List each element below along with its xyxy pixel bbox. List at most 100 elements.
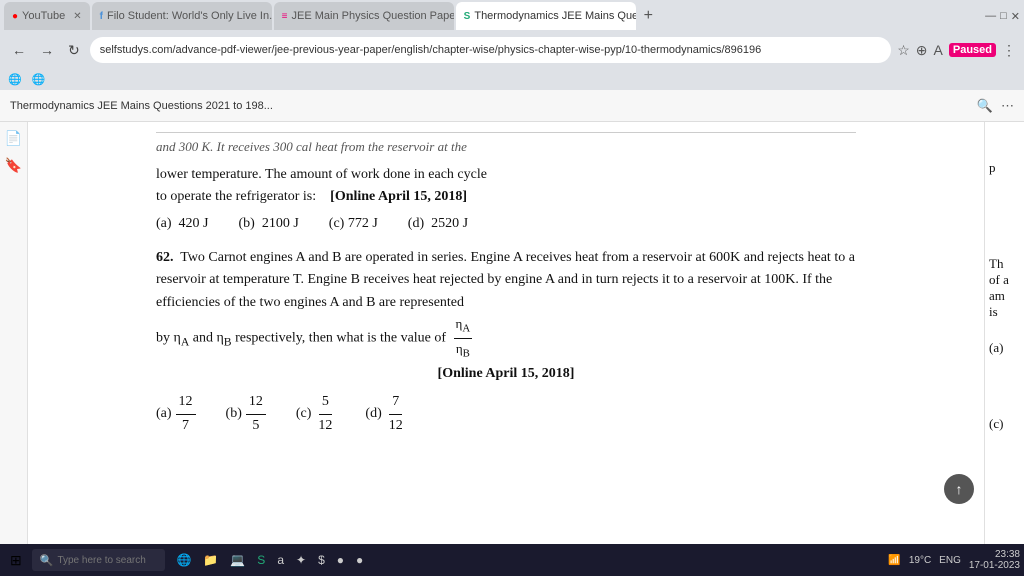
thermo-favicon: S xyxy=(464,11,471,22)
pdf-sidebar: 📄 🔖 xyxy=(0,122,28,544)
q62-option-d: (d) 7 12 xyxy=(365,391,405,437)
scroll-up-button[interactable]: ↑ xyxy=(944,474,974,504)
taskbar-date-value: 17-01-2023 xyxy=(969,560,1020,571)
jee1-favicon: ≡ xyxy=(282,11,288,22)
bookmarks-bar: 🌐 🌐 xyxy=(0,68,1024,90)
back-button[interactable]: ← xyxy=(8,40,30,60)
tab-jee1-label: JEE Main Physics Question Pape... xyxy=(292,10,454,22)
pdf-page: and 300 K. It receives 300 cal heat from… xyxy=(156,132,856,437)
right-line-3: of a xyxy=(989,272,1020,288)
tab-youtube-label: YouTube xyxy=(22,10,65,22)
q61-option-b: (b) 2100 J xyxy=(239,213,299,235)
q62-frac-b: 12 5 xyxy=(246,391,266,437)
q61-block: lower temperature. The amount of work do… xyxy=(156,164,856,235)
eta-fraction: ηA ηB xyxy=(454,314,473,363)
window-close[interactable]: ✕ xyxy=(1011,10,1020,23)
pdf-sidebar-page-icon[interactable]: 📄 xyxy=(5,130,22,147)
q62-text2: by ηA and ηB respectively, then what is … xyxy=(156,314,856,363)
tab-jee1[interactable]: ≡ JEE Main Physics Question Pape... ✕ xyxy=(274,2,454,30)
q61-date: [Online April 15, 2018] xyxy=(330,189,467,204)
refresh-button[interactable]: ↻ xyxy=(64,40,84,61)
taskbar-time-value: 23:38 xyxy=(969,549,1020,560)
profile-icon[interactable]: A xyxy=(934,42,943,58)
taskbar: ⊞ 🔍 🌐 📁 💻 S a ✦ $ ● ● 📶 19°C ENG 23:38 1… xyxy=(0,544,1024,576)
right-col-content: p Th of a am is (a) (c) xyxy=(989,160,1020,432)
tab-thermo-label: Thermodynamics JEE Mains Que... xyxy=(474,10,635,22)
tab-filo-label: Filo Student: World's Only Live In... xyxy=(107,10,272,22)
q62-option-a: (a) 12 7 xyxy=(156,391,196,437)
pdf-toolbar: Thermodynamics JEE Mains Questions 2021 … xyxy=(0,90,1024,122)
pdf-content: 📄 🔖 and 300 K. It receives 300 cal heat … xyxy=(0,122,1024,544)
q61-option-a: (a) 420 J xyxy=(156,213,209,235)
taskbar-lang: ENG xyxy=(939,555,961,566)
paused-badge: Paused xyxy=(949,43,996,57)
q61-text-line1: lower temperature. The amount of work do… xyxy=(156,164,856,186)
extension-icon[interactable]: ⊕ xyxy=(916,42,928,59)
q62-text: 62. Two Carnot engines A and B are opera… xyxy=(156,247,856,314)
taskbar-clock: 23:38 17-01-2023 xyxy=(969,549,1020,571)
tab-thermo[interactable]: S Thermodynamics JEE Mains Que... ✕ xyxy=(456,2,636,30)
pdf-search-icon[interactable]: 🔍 xyxy=(977,98,993,114)
pdf-toolbar-right: 🔍 ⋯ xyxy=(977,98,1014,114)
q62-frac-d: 7 12 xyxy=(386,391,406,437)
q62-option-b: (b) 12 5 xyxy=(226,391,266,437)
taskbar-right: 📶 19°C ENG 23:38 17-01-2023 xyxy=(888,549,1020,571)
taskbar-wifi: 📶 xyxy=(888,555,900,566)
faded-line: and 300 K. It receives 300 cal heat from… xyxy=(156,132,856,158)
taskbar-icon-6[interactable]: ✦ xyxy=(293,551,309,569)
taskbar-icon-5[interactable]: a xyxy=(274,551,287,569)
q62-block: 62. Two Carnot engines A and B are opera… xyxy=(156,247,856,437)
pdf-more-icon[interactable]: ⋯ xyxy=(1001,98,1014,114)
taskbar-icon-9[interactable]: ● xyxy=(353,551,366,569)
taskbar-temp: 19°C xyxy=(909,555,931,566)
right-line-6: (a) xyxy=(989,340,1020,356)
address-input[interactable] xyxy=(90,37,891,63)
bookmark-2[interactable]: 🌐 xyxy=(32,73,46,86)
forward-button[interactable]: → xyxy=(36,40,58,60)
taskbar-icon-3[interactable]: 💻 xyxy=(227,551,248,569)
right-line-2: Th xyxy=(989,256,1020,272)
taskbar-icon-2[interactable]: 📁 xyxy=(200,551,221,569)
taskbar-icon-4[interactable]: S xyxy=(254,551,268,569)
right-line-7: (c) xyxy=(989,416,1020,432)
window-minimize[interactable]: — xyxy=(985,10,996,22)
bookmark-icon[interactable]: ☆ xyxy=(897,42,910,59)
q61-option-d: (d) 2520 J xyxy=(408,213,468,235)
q61-option-c: (c) 772 J xyxy=(329,213,378,235)
taskbar-icon-8[interactable]: ● xyxy=(334,551,347,569)
pdf-toolbar-left: Thermodynamics JEE Mains Questions 2021 … xyxy=(10,100,273,112)
taskbar-search-icon: 🔍 xyxy=(40,554,54,567)
start-button[interactable]: ⊞ xyxy=(4,550,28,571)
pdf-right-column: p Th of a am is (a) (c) xyxy=(984,122,1024,544)
taskbar-pinned-icons: 🌐 📁 💻 S a ✦ $ ● ● xyxy=(173,551,366,569)
pdf-sidebar-bookmark-icon[interactable]: 🔖 xyxy=(5,157,22,174)
youtube-favicon: ● xyxy=(12,11,18,22)
pdf-main-content: and 300 K. It receives 300 cal heat from… xyxy=(28,122,984,544)
taskbar-search-input[interactable] xyxy=(57,555,157,566)
page-area: Thermodynamics JEE Mains Questions 2021 … xyxy=(0,90,1024,544)
q62-option-c: (c) 5 12 xyxy=(296,391,336,437)
taskbar-icon-7[interactable]: $ xyxy=(315,551,328,569)
q61-text-line2: to operate the refrigerator is: [Online … xyxy=(156,186,856,208)
menu-icon[interactable]: ⋮ xyxy=(1002,42,1016,59)
tab-youtube[interactable]: ● YouTube ✕ xyxy=(4,2,90,30)
right-line-4: am xyxy=(989,288,1020,304)
taskbar-icon-1[interactable]: 🌐 xyxy=(173,551,194,569)
q62-number: 62. xyxy=(156,250,174,265)
tab-bar: ● YouTube ✕ f Filo Student: World's Only… xyxy=(0,0,1024,32)
right-line-5: is xyxy=(989,304,1020,320)
tab-filo[interactable]: f Filo Student: World's Only Live In... … xyxy=(92,2,272,30)
bookmark-1[interactable]: 🌐 xyxy=(8,73,22,86)
browser-chrome: ● YouTube ✕ f Filo Student: World's Only… xyxy=(0,0,1024,90)
q62-frac-a: 12 7 xyxy=(176,391,196,437)
tab-youtube-close[interactable]: ✕ xyxy=(73,11,81,22)
q62-frac-c: 5 12 xyxy=(315,391,335,437)
q61-options: (a) 420 J (b) 2100 J (c) 772 J (d) 2520 … xyxy=(156,213,856,235)
address-bar: ← → ↻ ☆ ⊕ A Paused ⋮ xyxy=(0,32,1024,68)
q62-options: (a) 12 7 (b) 12 5 xyxy=(156,391,856,437)
q62-date: [Online April 15, 2018] xyxy=(156,363,856,385)
new-tab-button[interactable]: + xyxy=(638,7,659,25)
right-line-1: p xyxy=(989,160,1020,176)
window-maximize[interactable]: □ xyxy=(1000,10,1007,22)
taskbar-search-box[interactable]: 🔍 xyxy=(32,549,166,571)
